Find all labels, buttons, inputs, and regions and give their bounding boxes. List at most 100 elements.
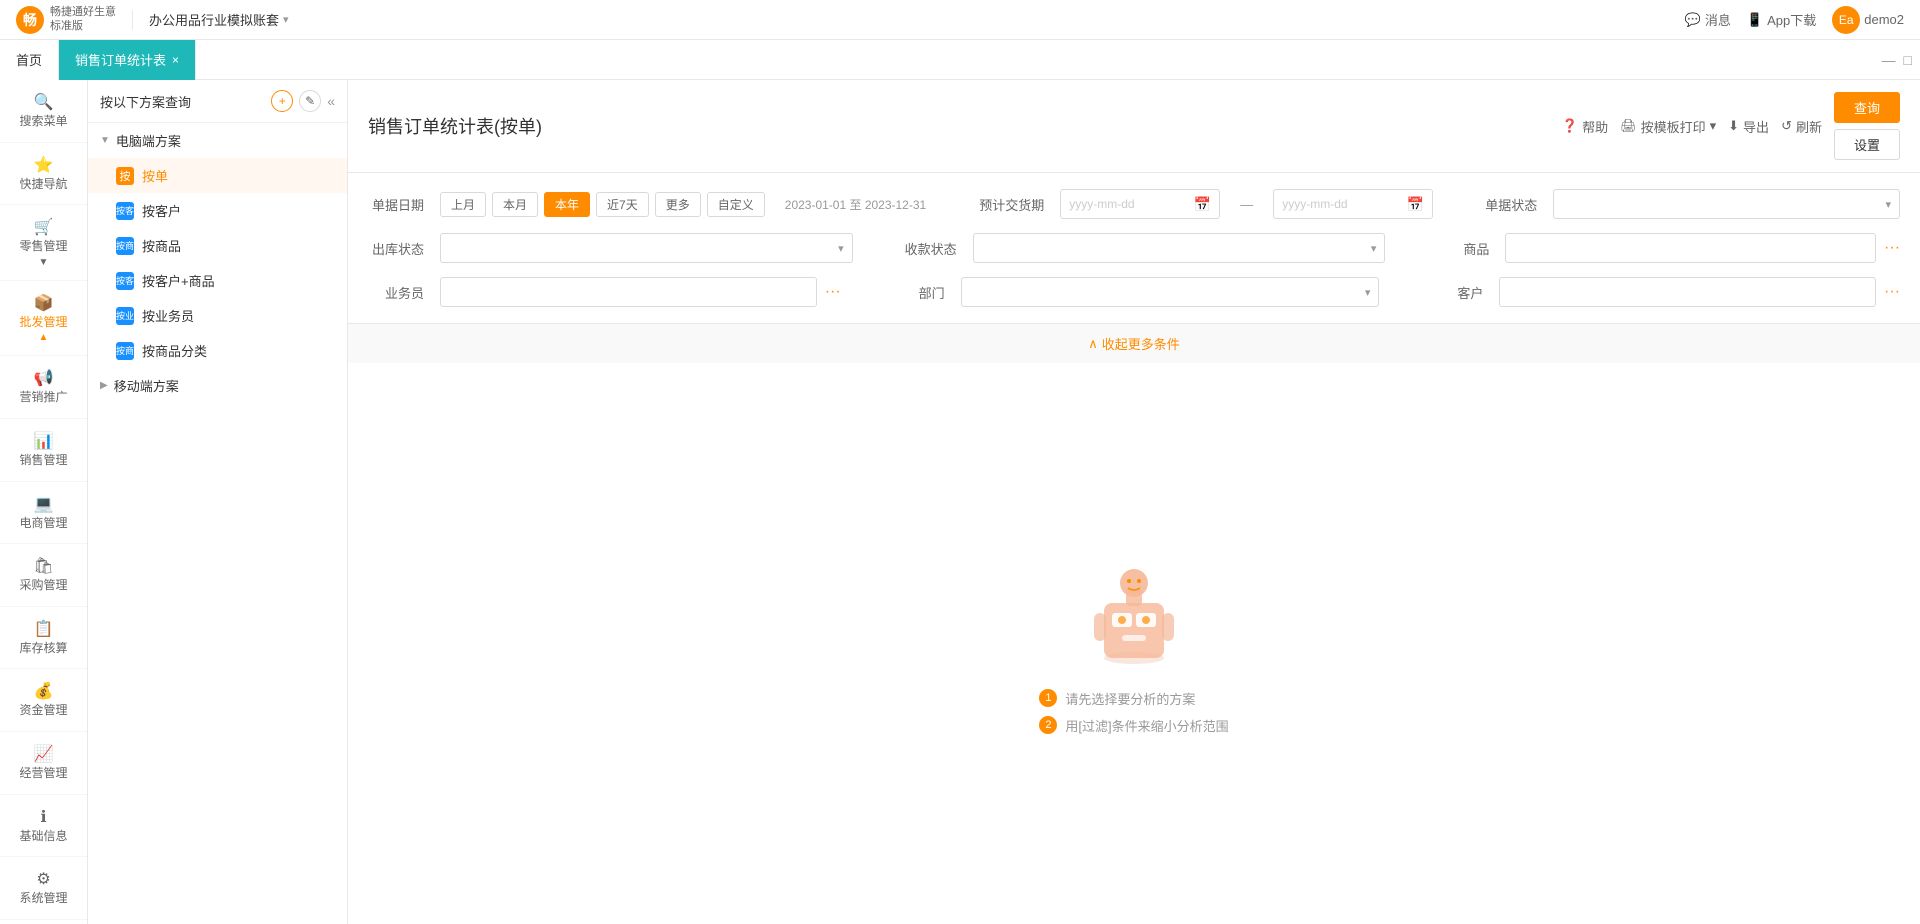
add-scheme-button[interactable]: + — [271, 90, 293, 112]
calendar-from-icon[interactable]: 📅 — [1194, 196, 1211, 213]
sidebar-item-search[interactable]: 🔍 搜索菜单 — [0, 80, 87, 143]
date-from-input[interactable]: yyyy-mm-dd 📅 — [1060, 189, 1220, 219]
date-btn-more[interactable]: 更多 — [655, 192, 701, 217]
expected-date-label: 预计交货期 — [974, 195, 1044, 214]
sidebar-item-retail[interactable]: 🛒 零售管理 ▼ — [0, 205, 87, 281]
date-btn-custom[interactable]: 自定义 — [707, 192, 765, 217]
scheme-panel-title: 按以下方案查询 — [100, 92, 263, 111]
scheme-category-icon: 按商 — [116, 342, 134, 360]
sidebar-item-basic-info[interactable]: ℹ 基础信息 — [0, 795, 87, 858]
tab-bar: 首页 销售订单统计表 × — □ — [0, 40, 1920, 80]
salesman-label: 业务员 — [368, 283, 424, 302]
status-chevron-icon: ▾ — [1885, 198, 1891, 211]
purchase-icon: 🛍 — [33, 556, 53, 576]
sidebar-item-label: 库存核算 — [19, 641, 67, 657]
workspace-arrow-icon[interactable]: ▾ — [283, 13, 289, 26]
sidebar-item-collab[interactable]: 🤝 企业协同 — [0, 920, 87, 924]
scheme-item-by-customer[interactable]: 按客 按客户 — [88, 193, 347, 228]
marketing-icon: 📢 — [34, 368, 54, 388]
goods-input[interactable] — [1505, 233, 1876, 263]
status-label: 单据状态 — [1481, 195, 1537, 214]
filter-row-1: 单据日期 上月 本月 本年 近7天 更多 自定义 2023-01-01 至 20… — [368, 189, 1900, 219]
scheme-item-by-category[interactable]: 按商 按商品分类 — [88, 333, 347, 368]
page-actions: ❓ 帮助 🖨 按模板打印 ▾ ⬇ 导出 ↺ 刷新 — [1562, 92, 1900, 160]
tip-num-2: 2 — [1039, 716, 1057, 734]
finance-icon: 💰 — [34, 681, 54, 701]
collect-status-label: 收款状态 — [901, 239, 957, 258]
query-button[interactable]: 查询 — [1834, 92, 1900, 123]
collect-status-select[interactable]: ▾ — [973, 233, 1386, 263]
goods-label: 商品 — [1433, 239, 1489, 258]
basic-info-icon: ℹ — [40, 807, 46, 827]
top-bar: 畅 畅捷通好生意 标准版 办公用品行业模拟账套 ▾ 💬 消息 📱 App下载 E… — [0, 0, 1920, 40]
export-button[interactable]: ⬇ 导出 — [1728, 117, 1769, 136]
help-button[interactable]: ❓ 帮助 — [1562, 117, 1608, 136]
scheme-item-by-customer-goods[interactable]: 按客 按客户+商品 — [88, 263, 347, 298]
edit-scheme-button[interactable]: ✎ — [299, 90, 321, 112]
tab-close-icon[interactable]: × — [172, 53, 179, 67]
retail-icon: 🛒 — [34, 217, 54, 237]
scheme-collapse-button[interactable]: « — [327, 93, 335, 109]
tab-expand-icon[interactable]: □ — [1904, 52, 1912, 68]
tab-home[interactable]: 首页 — [0, 40, 59, 80]
date-button-group: 上月 本月 本年 近7天 更多 自定义 — [440, 192, 765, 217]
empty-state: 1 请先选择要分析的方案 2 用[过滤]条件来缩小分析范围 — [348, 363, 1920, 924]
date-btn-this-year[interactable]: 本年 — [544, 192, 590, 217]
date-from-placeholder: yyyy-mm-dd — [1069, 197, 1134, 211]
tip-num-1: 1 — [1039, 689, 1057, 707]
date-btn-7days[interactable]: 近7天 — [596, 192, 649, 217]
dept-select[interactable]: ▾ — [961, 277, 1380, 307]
sidebar-item-nav[interactable]: ⭐ 快捷导航 — [0, 143, 87, 206]
date-btn-this-month[interactable]: 本月 — [492, 192, 538, 217]
sidebar-item-finance[interactable]: 💰 资金管理 — [0, 669, 87, 732]
ecommerce-icon: 💻 — [34, 494, 54, 514]
search-icon: 🔍 — [34, 92, 54, 112]
empty-illustration — [1074, 553, 1194, 673]
message-button[interactable]: 💬 消息 — [1685, 10, 1731, 29]
sidebar-item-system[interactable]: ⚙ 系统管理 — [0, 857, 87, 920]
refresh-button[interactable]: ↺ 刷新 — [1781, 117, 1822, 136]
date-btn-last-month[interactable]: 上月 — [440, 192, 486, 217]
status-select[interactable]: ▾ — [1553, 189, 1900, 219]
date-to-input[interactable]: yyyy-mm-dd 📅 — [1273, 189, 1433, 219]
scheme-item-by-salesman[interactable]: 按业 按业务员 — [88, 298, 347, 333]
customer-input[interactable] — [1499, 277, 1876, 307]
ship-status-select[interactable]: ▾ — [440, 233, 853, 263]
salesman-more-icon[interactable]: ··· — [825, 283, 841, 301]
top-bar-right: 💬 消息 📱 App下载 Ea demo2 — [1685, 6, 1904, 34]
scheme-customer-icon: 按客 — [116, 202, 134, 220]
settings-button[interactable]: 设置 — [1834, 129, 1900, 160]
collapse-bar[interactable]: ∧ 收起更多条件 — [348, 324, 1920, 363]
customer-more-icon[interactable]: ··· — [1884, 283, 1900, 301]
tab-sales-order[interactable]: 销售订单统计表 × — [59, 40, 196, 80]
wholesale-icon: 📦 — [34, 293, 54, 313]
retail-expand-icon: ▼ — [39, 257, 49, 268]
print-button[interactable]: 🖨 按模板打印 ▾ — [1620, 117, 1716, 136]
calendar-to-icon[interactable]: 📅 — [1407, 196, 1424, 213]
page-title: 销售订单统计表(按单) — [368, 113, 542, 139]
sidebar-item-sales[interactable]: 📊 销售管理 — [0, 419, 87, 482]
mobile-group-arrow-icon: ▶ — [100, 380, 108, 391]
tab-collapse-icon[interactable]: — — [1882, 52, 1896, 68]
sidebar-item-label: 搜索菜单 — [19, 114, 67, 130]
sidebar-item-wholesale[interactable]: 📦 批发管理 ▲ — [0, 281, 87, 357]
sidebar-item-marketing[interactable]: 📢 营销推广 — [0, 356, 87, 419]
avatar: Ea — [1832, 6, 1860, 34]
scheme-group-desktop-header[interactable]: ▼ 电脑端方案 — [88, 123, 347, 158]
user-menu[interactable]: Ea demo2 — [1832, 6, 1904, 34]
sidebar-item-inventory[interactable]: 📋 库存核算 — [0, 607, 87, 670]
sales-icon: 📊 — [34, 431, 54, 451]
ship-status-label: 出库状态 — [368, 239, 424, 258]
goods-input-area: ··· — [1505, 233, 1900, 263]
sidebar-item-ecommerce[interactable]: 💻 电商管理 — [0, 482, 87, 545]
collect-chevron-icon: ▾ — [1371, 242, 1377, 255]
scheme-item-by-goods[interactable]: 按商 按商品 — [88, 228, 347, 263]
sidebar-item-operations[interactable]: 📈 经营管理 — [0, 732, 87, 795]
goods-more-icon[interactable]: ··· — [1884, 239, 1900, 257]
scheme-item-by-order[interactable]: 按 按单 — [88, 158, 347, 193]
scheme-goods-icon: 按商 — [116, 237, 134, 255]
sidebar-item-purchase[interactable]: 🛍 采购管理 — [0, 544, 87, 607]
app-download-button[interactable]: 📱 App下载 — [1747, 10, 1816, 29]
salesman-input[interactable] — [440, 277, 817, 307]
scheme-group-mobile-header[interactable]: ▶ 移动端方案 — [88, 368, 347, 403]
